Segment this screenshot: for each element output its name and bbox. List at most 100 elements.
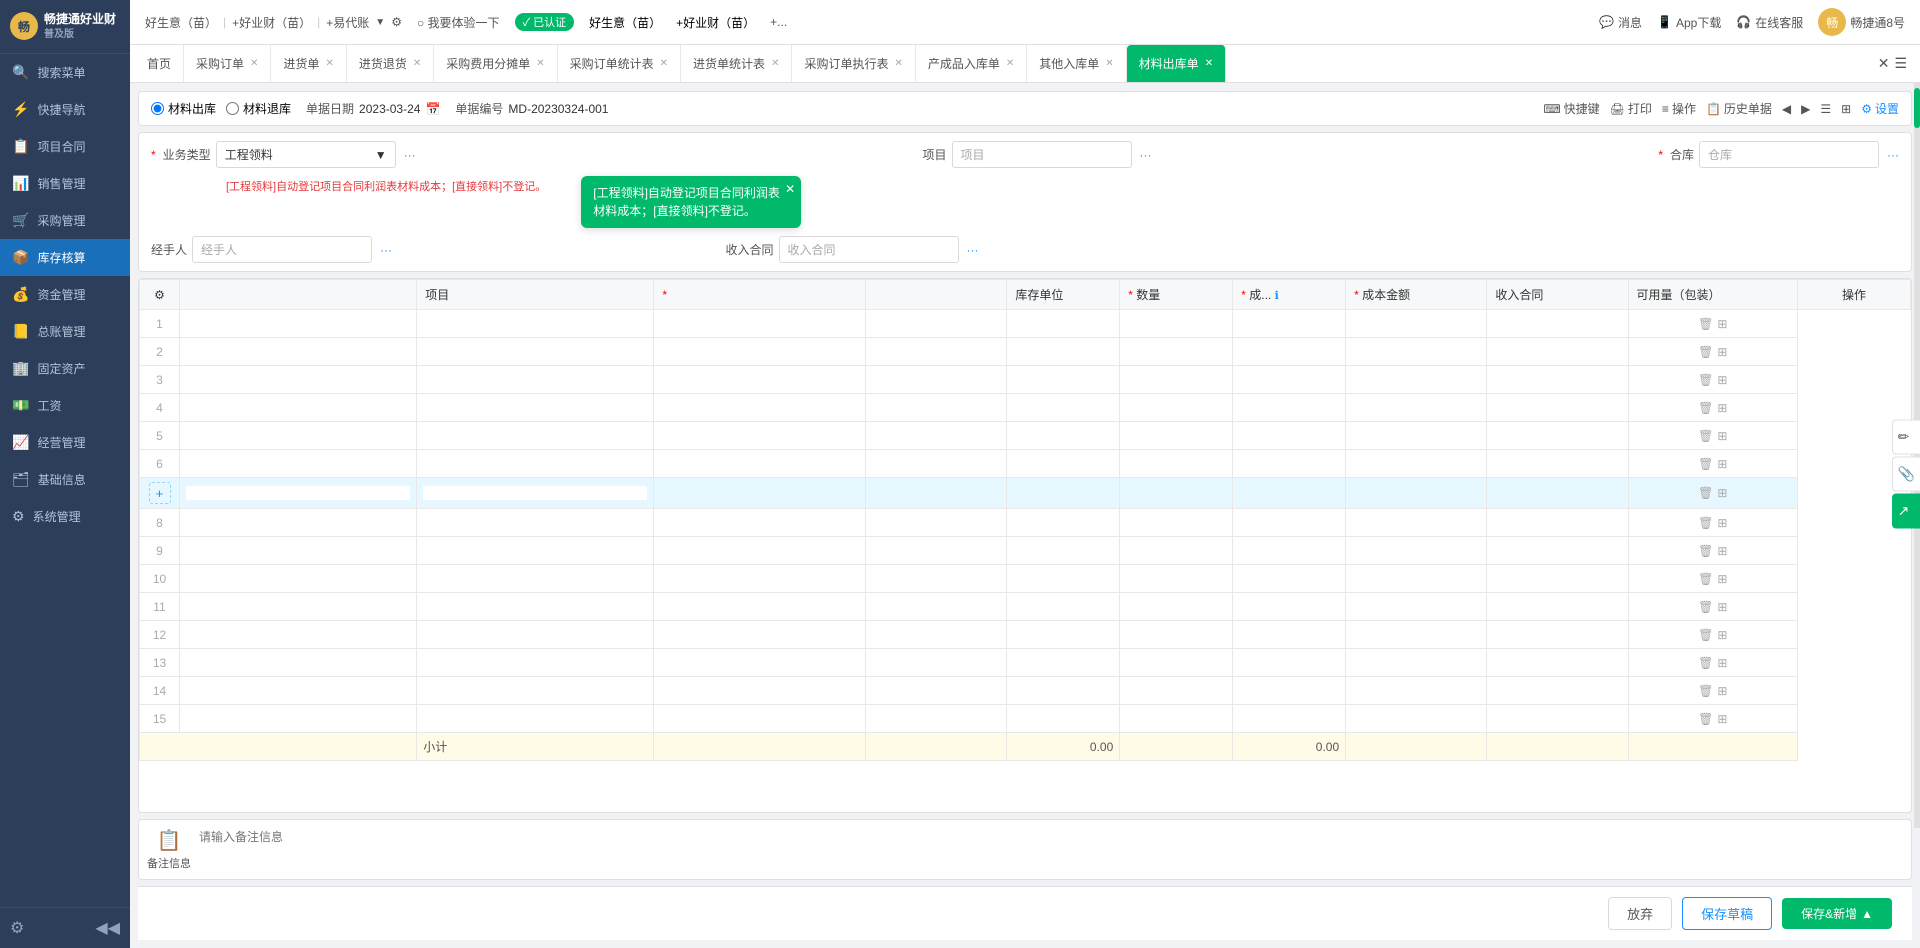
next-record-icon[interactable]: ▶: [1801, 102, 1810, 116]
handler-select[interactable]: 经手人: [192, 236, 372, 263]
copy-row-icon[interactable]: ⊞: [1717, 429, 1727, 443]
tab-close-icon[interactable]: ✕: [413, 58, 421, 69]
delete-row-icon[interactable]: 🗑: [1698, 600, 1713, 614]
copy-row-icon[interactable]: ⊞: [1717, 401, 1727, 415]
prev-record-icon[interactable]: ◀: [1782, 102, 1791, 116]
save-new-button[interactable]: 保存&新增 ▲: [1782, 898, 1892, 929]
tab-close-icon[interactable]: ✕: [771, 58, 779, 69]
handler-more-icon[interactable]: ···: [380, 243, 392, 257]
calendar-icon[interactable]: 📅: [425, 102, 440, 116]
delete-row-icon[interactable]: 🗑: [1698, 712, 1713, 726]
right-panel-edit-icon[interactable]: ✏: [1892, 420, 1920, 455]
sidebar-item-project[interactable]: 📋 项目合同: [0, 128, 130, 165]
sidebar-item-ledger[interactable]: 📒 总账管理: [0, 313, 130, 350]
print-btn[interactable]: 🖨 打印: [1610, 100, 1652, 117]
delete-row-icon[interactable]: 🗑: [1698, 429, 1713, 443]
right-nav-2[interactable]: +好业财（苗）: [676, 14, 755, 31]
top-nav-item-2[interactable]: +好业财（苗）: [232, 14, 311, 31]
sidebar-item-search[interactable]: 🔍 搜索菜单: [0, 54, 130, 91]
delete-row-icon[interactable]: 🗑: [1698, 457, 1713, 471]
project-select[interactable]: 项目: [952, 141, 1132, 168]
delete-row-icon[interactable]: 🗑: [1698, 345, 1713, 359]
row-input[interactable]: [423, 486, 647, 500]
notes-input[interactable]: [199, 828, 1903, 856]
tab-close-icon[interactable]: ✕: [894, 58, 902, 69]
sidebar-item-inventory[interactable]: 📦 库存核算: [0, 239, 130, 276]
sidebar-item-salary[interactable]: 💵 工资: [0, 387, 130, 424]
copy-row-icon[interactable]: ⊞: [1717, 486, 1727, 500]
tab-purchase-fee[interactable]: 采购费用分摊单 ✕: [434, 45, 557, 83]
copy-row-icon[interactable]: ⊞: [1717, 572, 1727, 586]
business-type-more-icon[interactable]: ···: [404, 148, 416, 162]
delete-row-icon[interactable]: 🗑: [1698, 516, 1713, 530]
copy-row-icon[interactable]: ⊞: [1717, 516, 1727, 530]
row-input[interactable]: [186, 486, 410, 500]
tab-close-all-icon[interactable]: ✕: [1878, 55, 1890, 72]
delete-row-icon[interactable]: 🗑: [1698, 544, 1713, 558]
copy-row-icon[interactable]: ⊞: [1717, 628, 1727, 642]
discard-button[interactable]: 放弃: [1608, 897, 1672, 930]
tab-close-icon[interactable]: ✕: [660, 58, 668, 69]
delete-row-icon[interactable]: 🗑: [1698, 317, 1713, 331]
customer-service-btn[interactable]: 🎧 在线客服: [1736, 14, 1803, 31]
save-draft-button[interactable]: 保存草稿: [1682, 897, 1772, 930]
tab-home[interactable]: 首页: [135, 45, 184, 83]
col-settings[interactable]: ⚙: [140, 280, 180, 310]
sidebar-item-sales[interactable]: 📊 销售管理: [0, 165, 130, 202]
top-settings-icon[interactable]: ⚙: [391, 15, 402, 29]
sidebar-collapse-icon[interactable]: ◀◀: [95, 918, 120, 938]
radio-material-return[interactable]: 材料退库: [226, 100, 291, 117]
radio-material-out[interactable]: 材料出库: [151, 100, 216, 117]
right-nav-1[interactable]: 好生意（苗）: [589, 14, 661, 31]
copy-row-icon[interactable]: ⊞: [1717, 345, 1727, 359]
sidebar-item-assets[interactable]: 🏢 固定资产: [0, 350, 130, 387]
income-contract-more-icon[interactable]: ···: [967, 243, 979, 257]
operation-btn[interactable]: ≡ 操作: [1662, 100, 1696, 117]
cost-info-icon[interactable]: ℹ: [1275, 290, 1279, 302]
tab-close-icon[interactable]: ✕: [325, 58, 333, 69]
tab-purchase-exec[interactable]: 采购订单执行表 ✕: [792, 45, 915, 83]
user-profile-btn[interactable]: 畅 畅捷通8号: [1818, 8, 1905, 36]
table-settings-icon[interactable]: ⚙: [154, 288, 165, 302]
delete-row-icon[interactable]: 🗑: [1698, 401, 1713, 415]
date-value[interactable]: 2023-03-24: [359, 102, 420, 116]
warehouse-more-icon[interactable]: ···: [1887, 148, 1899, 162]
tab-purchase-stat[interactable]: 采购订单统计表 ✕: [558, 45, 681, 83]
sidebar-item-system[interactable]: ⚙ 系统管理: [0, 498, 130, 535]
sidebar-item-finance[interactable]: 💰 资金管理: [0, 276, 130, 313]
tab-close-icon[interactable]: ✕: [1006, 58, 1014, 69]
right-nav-more[interactable]: +...: [770, 15, 787, 29]
sidebar-item-operation[interactable]: 📈 经营管理: [0, 424, 130, 461]
tab-close-icon[interactable]: ✕: [1105, 58, 1113, 69]
tab-purchase-order[interactable]: 采购订单 ✕: [184, 45, 271, 83]
copy-row-icon[interactable]: ⊞: [1717, 684, 1727, 698]
project-more-icon[interactable]: ···: [1140, 148, 1152, 162]
income-contract-select[interactable]: 收入合同: [779, 236, 959, 263]
copy-row-icon[interactable]: ⊞: [1717, 600, 1727, 614]
grid-view-icon[interactable]: ⊞: [1841, 102, 1851, 116]
sidebar-item-purchase[interactable]: 🛒 采购管理: [0, 202, 130, 239]
list-view-icon[interactable]: ☰: [1820, 102, 1831, 116]
top-nav-item-3[interactable]: +易代账: [326, 14, 369, 31]
delete-row-icon[interactable]: 🗑: [1698, 684, 1713, 698]
tab-close-icon[interactable]: ✕: [1205, 58, 1213, 69]
tab-inbound[interactable]: 进货单 ✕: [271, 45, 346, 83]
shortcut-key-btn[interactable]: ⌨ 快捷键: [1543, 100, 1599, 117]
tab-other-in[interactable]: 其他入库单 ✕: [1027, 45, 1126, 83]
sidebar-settings-icon[interactable]: ⚙: [10, 918, 24, 938]
delete-row-icon[interactable]: 🗑: [1698, 486, 1713, 500]
copy-row-icon[interactable]: ⊞: [1717, 457, 1727, 471]
copy-row-icon[interactable]: ⊞: [1717, 317, 1727, 331]
top-nav-item-1[interactable]: 好生意（苗）: [145, 14, 217, 31]
copy-row-icon[interactable]: ⊞: [1717, 712, 1727, 726]
tab-inbound-stat[interactable]: 进货单统计表 ✕: [681, 45, 792, 83]
copy-row-icon[interactable]: ⊞: [1717, 373, 1727, 387]
delete-row-icon[interactable]: 🗑: [1698, 373, 1713, 387]
tab-material-out[interactable]: 材料出库单 ✕: [1127, 45, 1226, 83]
tab-menu-icon[interactable]: ☰: [1894, 55, 1907, 72]
delete-row-icon[interactable]: 🗑: [1698, 572, 1713, 586]
add-row-btn[interactable]: +: [149, 482, 171, 504]
experience-btn[interactable]: ○ 我要体验一下: [417, 14, 500, 31]
tab-finished-in[interactable]: 产成品入库单 ✕: [916, 45, 1027, 83]
tooltip-close-icon[interactable]: ✕: [785, 180, 795, 198]
